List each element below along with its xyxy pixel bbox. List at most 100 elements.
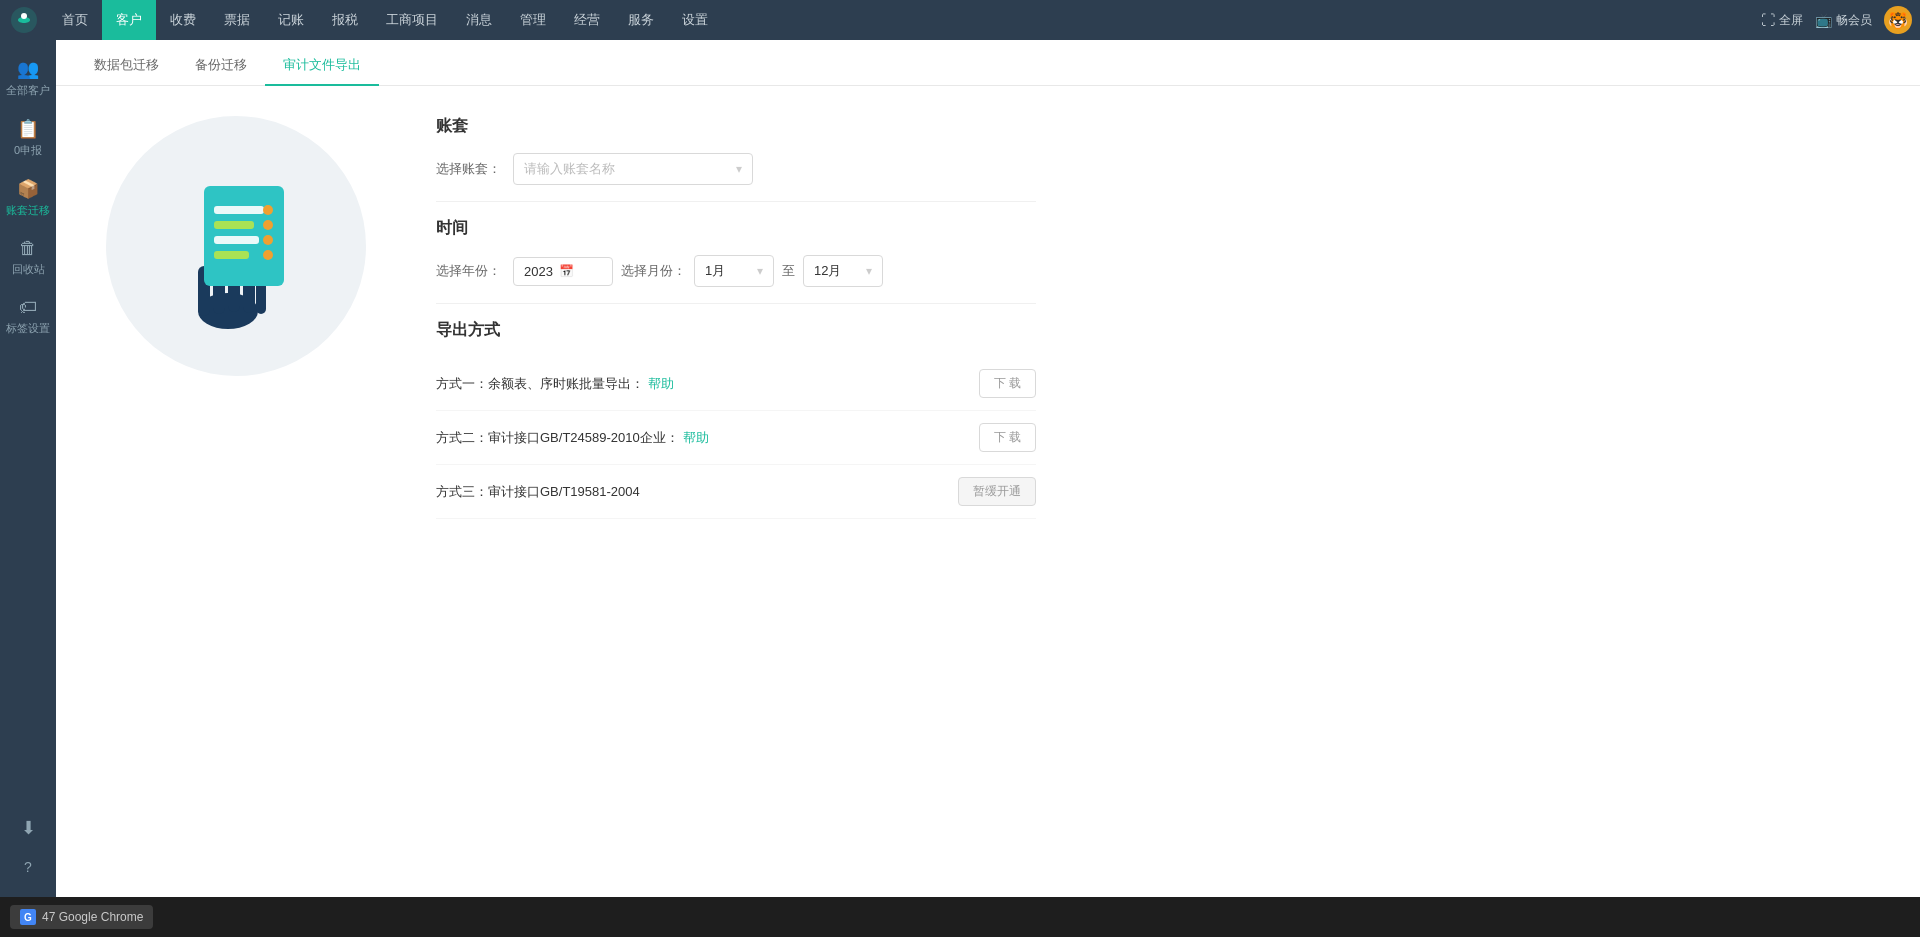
sidebar-item-recycle-label: 回收站 [12, 262, 45, 277]
illustration-circle [106, 116, 366, 376]
fullscreen-button[interactable]: ⛶ 全屏 [1761, 12, 1803, 29]
svg-point-16 [263, 250, 273, 260]
method1-label: 方式一：余额表、序时账批量导出： [436, 375, 644, 393]
method3-pending-button[interactable]: 暂缓开通 [958, 477, 1036, 506]
nav-home[interactable]: 首页 [48, 0, 102, 40]
svg-point-1 [21, 13, 27, 19]
nav-menu: 首页 客户 收费 票据 记账 报税 工商项目 消息 管理 经营 服务 设置 [48, 0, 1761, 40]
tabs-bar: 数据包迁移 备份迁移 审计文件导出 [56, 40, 1920, 86]
export-section-title: 导出方式 [436, 320, 1036, 341]
account-label: 选择账套： [436, 160, 501, 178]
export-method-3: 方式三：审计接口GB/T19581-2004 暂缓开通 [436, 465, 1036, 519]
sidebar-item-all-clients[interactable]: 👥 全部客户 [0, 48, 56, 108]
method1-help-link[interactable]: 帮助 [648, 375, 674, 393]
nav-invoice[interactable]: 票据 [210, 0, 264, 40]
top-nav-right: ⛶ 全屏 📺 畅会员 🐯 [1761, 6, 1912, 34]
month-to-value: 12月 [814, 262, 841, 280]
account-placeholder: 请输入账套名称 [524, 160, 615, 178]
vip-icon: 📺 [1815, 12, 1832, 28]
nav-tax[interactable]: 报税 [318, 0, 372, 40]
nav-bookkeeping[interactable]: 记账 [264, 0, 318, 40]
tab-audit-export[interactable]: 审计文件导出 [265, 46, 379, 86]
sidebar-item-zero-report-label: 0申报 [14, 143, 42, 158]
method1-download-button[interactable]: 下 载 [979, 369, 1036, 398]
divider-1 [436, 201, 1036, 202]
nav-manage[interactable]: 管理 [506, 0, 560, 40]
top-navigation: 首页 客户 收费 票据 记账 报税 工商项目 消息 管理 经营 服务 设置 ⛶ … [0, 0, 1920, 40]
nav-client[interactable]: 客户 [102, 0, 156, 40]
tab-backup-migrate[interactable]: 备份迁移 [177, 46, 265, 86]
method2-download-button[interactable]: 下 载 [979, 423, 1036, 452]
avatar[interactable]: 🐯 [1884, 6, 1912, 34]
vip-label: 畅会员 [1836, 12, 1872, 29]
fullscreen-icon: ⛶ [1761, 12, 1775, 28]
sidebar-item-recycle[interactable]: 🗑 回收站 [0, 228, 56, 287]
year-label: 选择年份： [436, 262, 501, 280]
account-select[interactable]: 请输入账套名称 ▾ [513, 153, 753, 185]
month-from-select[interactable]: 1月 ▾ [694, 255, 774, 287]
account-section-title: 账套 [436, 116, 1036, 137]
recycle-icon: 🗑 [19, 238, 37, 259]
svg-rect-12 [214, 251, 249, 259]
month-from-value: 1月 [705, 262, 725, 280]
vip-button[interactable]: 📺 畅会员 [1815, 12, 1872, 29]
app-logo[interactable] [8, 4, 40, 36]
svg-rect-10 [214, 221, 254, 229]
account-migrate-icon: 📦 [17, 178, 39, 200]
sidebar-help-button[interactable]: ? [0, 849, 56, 885]
time-row: 2023 📅 选择月份： 1月 ▾ 至 12月 ▾ [513, 255, 883, 287]
sidebar: 👥 全部客户 📋 0申报 📦 账套迁移 🗑 回收站 🏷 标签设置 ⬇ ? [0, 40, 56, 897]
sidebar-download-button[interactable]: ⬇ [0, 807, 56, 849]
sidebar-bottom: ⬇ ? [0, 807, 56, 897]
month-to-chevron-icon: ▾ [866, 264, 872, 278]
fullscreen-label: 全屏 [1779, 12, 1803, 29]
zero-report-icon: 📋 [17, 118, 39, 140]
sidebar-item-account-migrate[interactable]: 📦 账套迁移 [0, 168, 56, 228]
nav-bizproject[interactable]: 工商项目 [372, 0, 452, 40]
account-dropdown-icon: ▾ [736, 162, 742, 176]
taskbar-chrome-label: 47 Google Chrome [42, 910, 143, 924]
method3-label: 方式三：审计接口GB/T19581-2004 [436, 483, 640, 501]
divider-2 [436, 303, 1036, 304]
method2-help-link[interactable]: 帮助 [683, 429, 709, 447]
svg-rect-11 [214, 236, 259, 244]
export-method-1: 方式一：余额表、序时账批量导出： 帮助 下 载 [436, 357, 1036, 411]
svg-point-15 [263, 235, 273, 245]
month-from-chevron-icon: ▾ [757, 264, 763, 278]
export-method-2: 方式二：审计接口GB/T24589-2010企业： 帮助 下 载 [436, 411, 1036, 465]
time-form-row: 选择年份： 2023 📅 选择月份： 1月 ▾ 至 12月 [436, 255, 1036, 287]
sidebar-item-all-clients-label: 全部客户 [6, 83, 50, 98]
month-label: 选择月份： [621, 262, 686, 280]
tag-settings-icon: 🏷 [19, 297, 37, 318]
nav-settings[interactable]: 设置 [668, 0, 722, 40]
sidebar-item-zero-report[interactable]: 📋 0申报 [0, 108, 56, 168]
method2-label: 方式二：审计接口GB/T24589-2010企业： [436, 429, 679, 447]
illustration-svg [156, 156, 316, 336]
year-value: 2023 [524, 264, 553, 279]
svg-point-14 [263, 220, 273, 230]
year-input[interactable]: 2023 📅 [513, 257, 613, 286]
illustration-area [96, 116, 376, 376]
month-separator: 至 [782, 262, 795, 280]
page-content: 账套 选择账套： 请输入账套名称 ▾ 时间 选择年份： 2023 [56, 86, 1920, 897]
account-form-row: 选择账套： 请输入账套名称 ▾ [436, 153, 1036, 185]
calendar-icon: 📅 [559, 264, 574, 278]
month-to-select[interactable]: 12月 ▾ [803, 255, 883, 287]
sidebar-item-tag-settings[interactable]: 🏷 标签设置 [0, 287, 56, 346]
taskbar-chrome[interactable]: G 47 Google Chrome [10, 905, 153, 929]
form-area: 账套 选择账套： 请输入账套名称 ▾ 时间 选择年份： 2023 [436, 116, 1036, 519]
nav-message[interactable]: 消息 [452, 0, 506, 40]
svg-rect-9 [214, 206, 264, 214]
nav-fee[interactable]: 收费 [156, 0, 210, 40]
all-clients-icon: 👥 [17, 58, 39, 80]
tab-data-migrate[interactable]: 数据包迁移 [76, 46, 177, 86]
taskbar: G 47 Google Chrome [0, 897, 1920, 937]
sidebar-item-tag-settings-label: 标签设置 [6, 321, 50, 336]
svg-point-13 [263, 205, 273, 215]
main-layout: 👥 全部客户 📋 0申报 📦 账套迁移 🗑 回收站 🏷 标签设置 ⬇ ? 数据包… [0, 40, 1920, 897]
chrome-icon: G [20, 909, 36, 925]
nav-service[interactable]: 服务 [614, 0, 668, 40]
nav-operation[interactable]: 经营 [560, 0, 614, 40]
sidebar-item-account-migrate-label: 账套迁移 [6, 203, 50, 218]
content-area: 数据包迁移 备份迁移 审计文件导出 [56, 40, 1920, 897]
